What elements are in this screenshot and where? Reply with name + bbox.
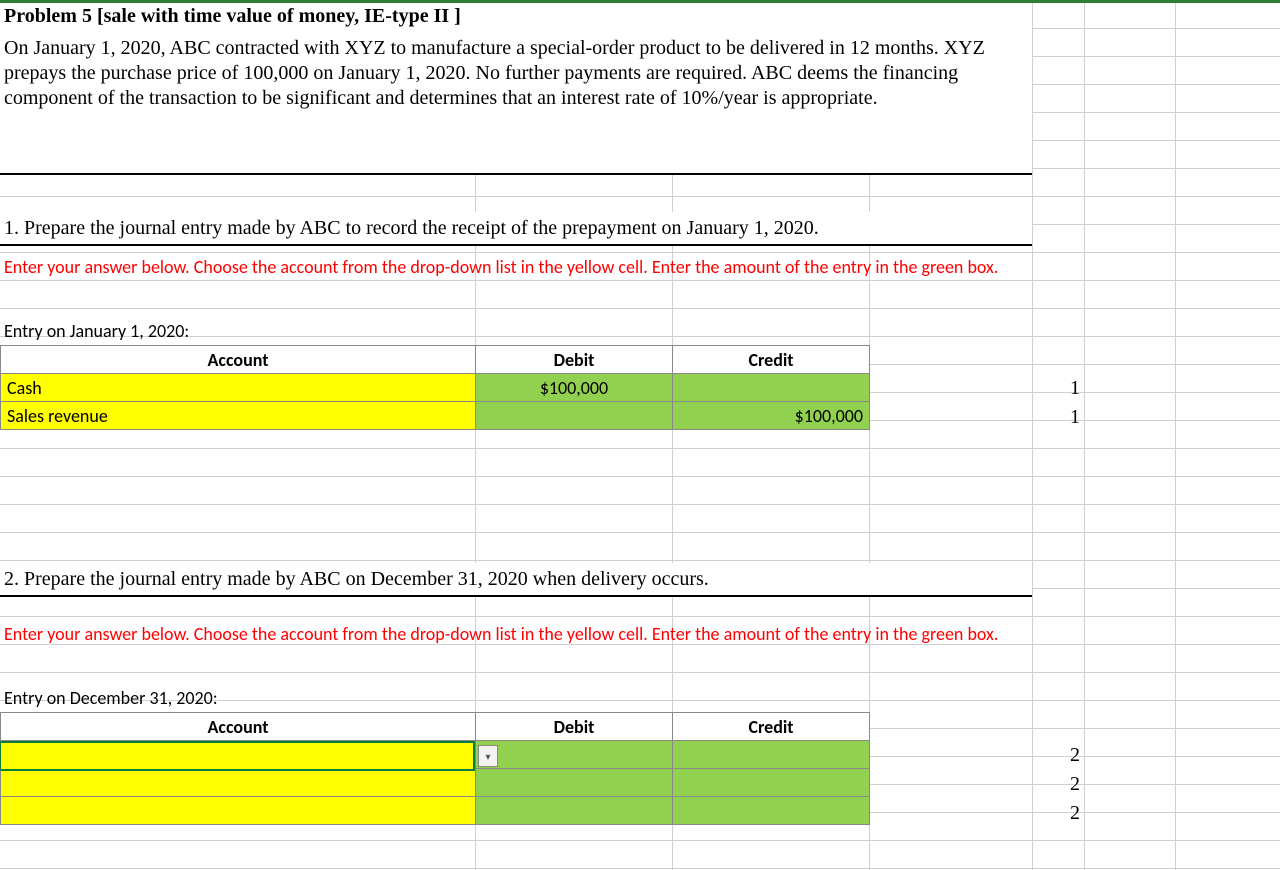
problem-statement-box: Problem 5 [sale with time value of money… <box>0 3 1032 175</box>
col-header-account: Account <box>1 713 476 741</box>
table-row: Cash $100,000 <box>1 374 870 402</box>
question-1-instruction: Enter your answer below. Choose the acco… <box>4 256 998 278</box>
account-dropdown-cell[interactable] <box>1 797 476 825</box>
col-header-credit: Credit <box>673 346 870 374</box>
side-marker: 2 <box>1050 773 1080 796</box>
col-header-debit: Debit <box>476 713 673 741</box>
col-header-credit: Credit <box>673 713 870 741</box>
debit-input-cell[interactable]: $100,000 <box>476 374 673 402</box>
credit-input-cell[interactable] <box>673 797 870 825</box>
account-dropdown-cell[interactable]: Cash <box>1 374 476 402</box>
side-marker: 1 <box>1050 377 1080 400</box>
debit-input-cell[interactable] <box>476 741 673 769</box>
question-1-prompt: 1. Prepare the journal entry made by ABC… <box>0 212 1032 246</box>
credit-input-cell[interactable] <box>673 769 870 797</box>
problem-title: Problem 5 [sale with time value of money… <box>4 5 1028 28</box>
credit-input-cell[interactable]: $100,000 <box>673 402 870 430</box>
debit-input-cell[interactable] <box>476 797 673 825</box>
table-row <box>1 769 870 797</box>
journal-entry-1-table: Account Debit Credit Cash $100,000 Sales… <box>0 345 870 430</box>
entry-2-label: Entry on December 31, 2020: <box>4 687 218 709</box>
sheet-top-accent <box>0 0 1280 3</box>
debit-input-cell[interactable] <box>476 402 673 430</box>
col-header-account: Account <box>1 346 476 374</box>
account-dropdown-cell[interactable]: Sales revenue <box>1 402 476 430</box>
question-2-instruction: Enter your answer below. Choose the acco… <box>4 623 998 645</box>
side-marker: 2 <box>1050 802 1080 825</box>
side-marker: 2 <box>1050 744 1080 767</box>
problem-body: On January 1, 2020, ABC contracted with … <box>4 36 1028 111</box>
col-header-debit: Debit <box>476 346 673 374</box>
table-row: Sales revenue $100,000 <box>1 402 870 430</box>
debit-input-cell[interactable] <box>476 769 673 797</box>
chevron-down-icon: ▾ <box>485 750 490 763</box>
entry-1-label: Entry on January 1, 2020: <box>4 320 189 342</box>
dropdown-button[interactable]: ▾ <box>478 745 498 767</box>
credit-input-cell[interactable] <box>673 374 870 402</box>
active-cell-selection[interactable] <box>0 741 475 771</box>
account-dropdown-cell[interactable] <box>1 769 476 797</box>
question-2-prompt: 2. Prepare the journal entry made by ABC… <box>0 563 1032 597</box>
credit-input-cell[interactable] <box>673 741 870 769</box>
side-marker: 1 <box>1050 406 1080 429</box>
table-row <box>1 797 870 825</box>
